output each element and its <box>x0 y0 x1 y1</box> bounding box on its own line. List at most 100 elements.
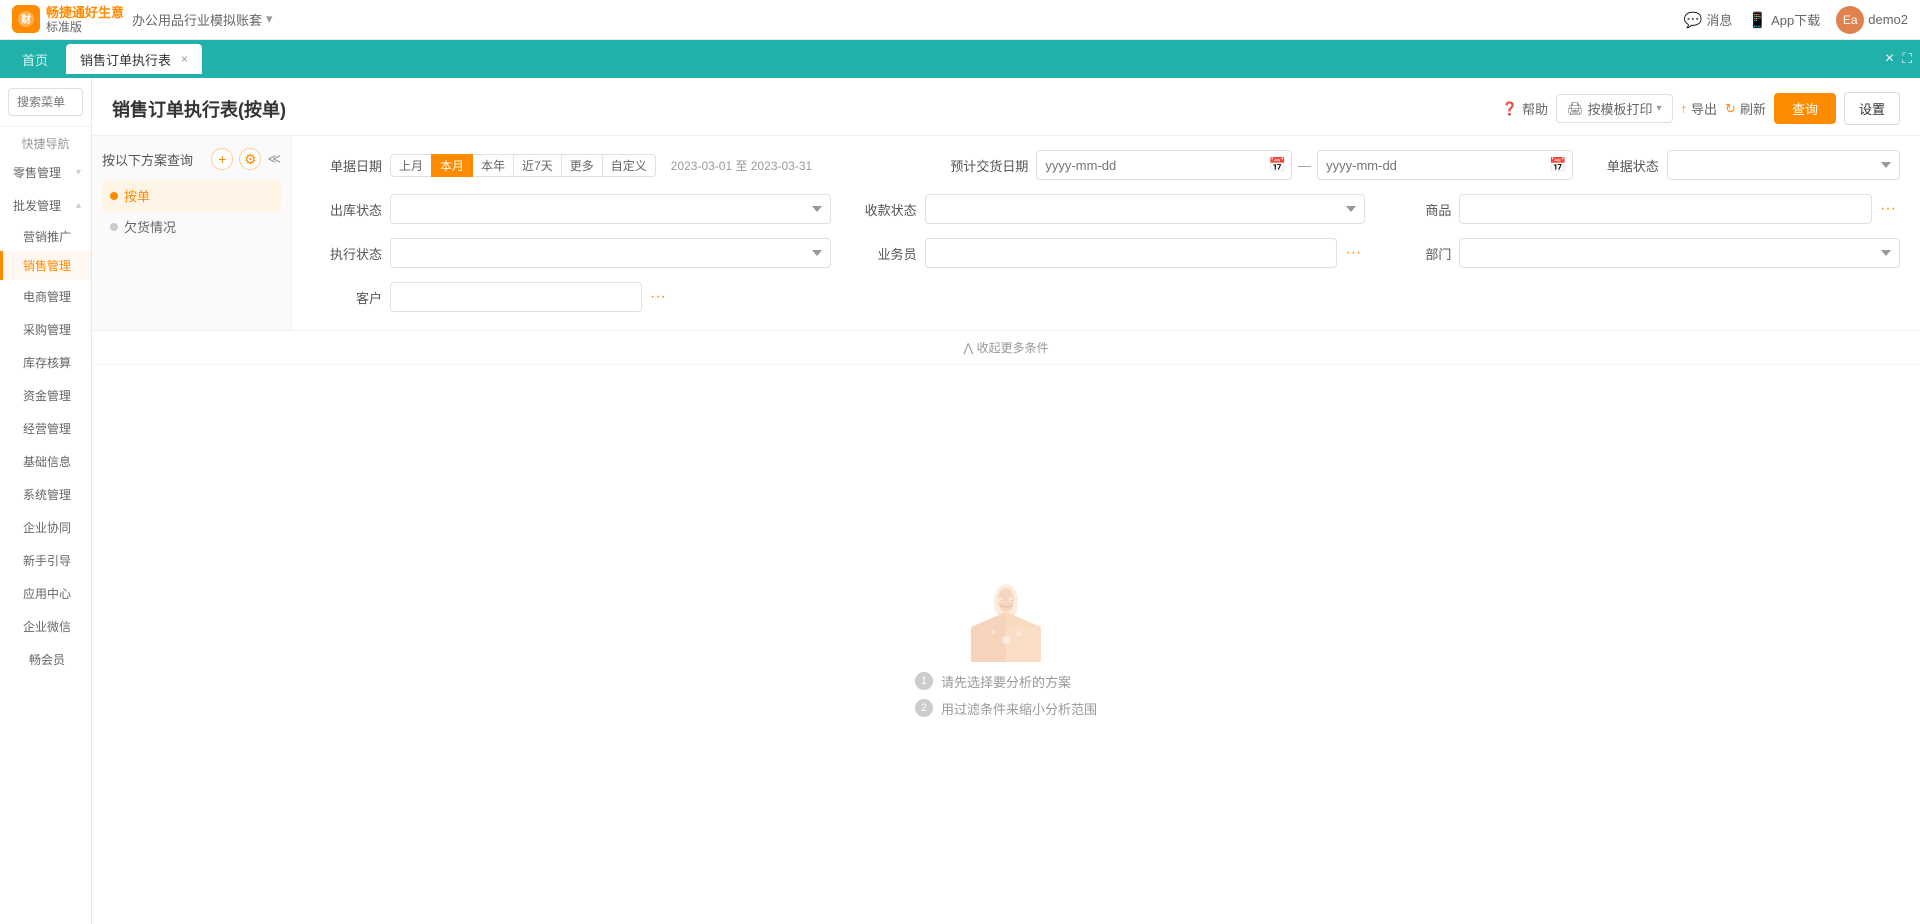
shipment-status-select[interactable] <box>390 194 831 224</box>
start-date-input[interactable] <box>1036 150 1292 180</box>
active-dot-icon <box>110 192 118 200</box>
collapse-bar[interactable]: ⋀ 收起更多条件 <box>92 330 1920 364</box>
filter-department: 部门 <box>1381 238 1900 268</box>
payment-status-label: 收款状态 <box>847 200 917 219</box>
tab-close-all-button[interactable]: × <box>1885 50 1894 68</box>
top-bar-right: 💬 消息 📱 App下载 Ea demo2 <box>1684 6 1908 34</box>
message-button[interactable]: 💬 消息 <box>1684 10 1733 29</box>
sidebar-item-finance[interactable]: 资金管理 <box>0 379 91 412</box>
end-date-input[interactable] <box>1317 150 1573 180</box>
home-tab-label: 首页 <box>22 50 48 69</box>
filter-order-status: 单据状态 <box>1589 150 1900 180</box>
filter-left-panel: 按以下方案查询 + ⚙ ≪ 按单 欠货情况 <box>92 136 292 330</box>
date-filter-control: 上月 本月 本年 近7天 更多 自定义 2023-03-01 至 2023-03… <box>390 154 934 177</box>
filter-expected-delivery: 预计交货日期 📅 — 📅 <box>950 150 1572 180</box>
inactive-dot-icon <box>110 223 118 231</box>
sidebar-item-wholesale[interactable]: 批发管理 ▴ <box>0 189 91 222</box>
order-status-select[interactable] <box>1667 150 1900 180</box>
filter-nav-by-order[interactable]: 按单 <box>102 180 281 211</box>
exec-status-control <box>390 238 831 268</box>
filter-nav-debt[interactable]: 欠货情况 <box>102 211 281 242</box>
tab-bar-actions: × ⛶ <box>1885 50 1912 68</box>
date-tab-thisyear[interactable]: 本年 <box>472 154 514 177</box>
filter-panel: 按以下方案查询 + ⚙ ≪ 按单 欠货情况 <box>92 136 1920 330</box>
sidebar-purchase-label: 采购管理 <box>23 321 71 338</box>
message-icon: 💬 <box>1684 11 1703 29</box>
export-button[interactable]: ↑ 导出 <box>1681 99 1718 118</box>
sidebar-item-retail[interactable]: 零售管理 ▾ <box>0 156 91 189</box>
tab-home[interactable]: 首页 <box>8 44 62 74</box>
customer-more-icon[interactable]: ··· <box>646 288 670 306</box>
sidebar-inventory-label: 库存核算 <box>23 354 71 371</box>
sidebar-item-ecommerce[interactable]: 电商管理 <box>0 280 91 313</box>
filter-salesperson: 业务员 ··· <box>847 238 1366 268</box>
sidebar-item-sales[interactable]: 销售管理 <box>0 251 91 280</box>
payment-status-control <box>925 194 1366 224</box>
sidebar-item-appcenter[interactable]: 应用中心 <box>0 577 91 610</box>
top-bar-left: 财 畅捷通好生意 标准版 办公用品行业模拟账套 ▾ <box>12 5 273 35</box>
sidebar-appcenter-label: 应用中心 <box>23 585 71 602</box>
sidebar-item-system[interactable]: 系统管理 <box>0 478 91 511</box>
help-icon: ❓ <box>1502 101 1518 117</box>
settings-scheme-button[interactable]: ⚙ <box>239 148 261 170</box>
order-status-label: 单据状态 <box>1589 156 1659 175</box>
salesperson-more-icon[interactable]: ··· <box>1341 244 1365 262</box>
tab-close-icon[interactable]: × <box>181 52 188 66</box>
user-menu[interactable]: Ea demo2 <box>1836 6 1908 34</box>
sidebar-finance-label: 资金管理 <box>23 387 71 404</box>
date-tab-7days[interactable]: 近7天 <box>513 154 562 177</box>
empty-tip-1: 1 请先选择要分析的方案 <box>915 672 1097 691</box>
sidebar-search-area <box>0 78 91 127</box>
help-button[interactable]: ❓ 帮助 <box>1502 99 1548 118</box>
quick-nav-label: 快捷导航 <box>0 127 91 156</box>
department-select[interactable] <box>1459 238 1900 268</box>
sidebar-item-corpwx[interactable]: 企业微信 <box>0 610 91 643</box>
tip-1-number: 1 <box>915 672 933 690</box>
product-label: 商品 <box>1381 200 1451 219</box>
shipment-status-label: 出库状态 <box>312 200 382 219</box>
filter-exec-status: 执行状态 <box>312 238 831 268</box>
sidebar-sales-label: 销售管理 <box>23 257 71 274</box>
date-tab-more[interactable]: 更多 <box>561 154 603 177</box>
date-tab-lastmonth[interactable]: 上月 <box>390 154 432 177</box>
settings-button[interactable]: 设置 <box>1844 92 1900 125</box>
product-more-icon[interactable]: ··· <box>1876 200 1900 218</box>
sidebar-item-operations[interactable]: 经营管理 <box>0 412 91 445</box>
search-input[interactable] <box>8 88 83 116</box>
main-layout: 快捷导航 零售管理 ▾ 批发管理 ▴ 营销推广 销售管理 电商管理 采购管理 库… <box>0 78 1920 924</box>
sidebar-operations-label: 经营管理 <box>23 420 71 437</box>
print-button[interactable]: 🖨 按模板打印 ▾ <box>1556 94 1673 123</box>
customer-input[interactable] <box>390 282 642 312</box>
filter-date-item: 单据日期 上月 本月 本年 近7天 更多 自定义 <box>312 154 934 177</box>
query-button[interactable]: 查询 <box>1774 93 1836 124</box>
tab-expand-button[interactable]: ⛶ <box>1902 50 1912 68</box>
date-range-control: 📅 — 📅 <box>1036 150 1572 180</box>
collapse-scheme-button[interactable]: ≪ <box>267 151 281 167</box>
sidebar-item-member[interactable]: 畅会员 <box>0 643 91 676</box>
product-input[interactable] <box>1459 194 1872 224</box>
sidebar-marketing-label: 营销推广 <box>23 228 71 245</box>
department-label: 部门 <box>1381 244 1451 263</box>
date-tab-thismonth[interactable]: 本月 <box>431 154 473 177</box>
logo-icon: 财 <box>12 5 40 33</box>
sidebar-item-enterprise[interactable]: 企业协同 <box>0 511 91 544</box>
salesperson-input[interactable] <box>925 238 1338 268</box>
refresh-button[interactable]: ↻ 刷新 <box>1725 99 1766 118</box>
sidebar-item-marketing[interactable]: 营销推广 <box>0 222 91 251</box>
tab-sales-exec[interactable]: 销售订单执行表 × <box>66 44 202 74</box>
app-download-button[interactable]: 📱 App下载 <box>1748 10 1820 29</box>
sidebar-item-basic[interactable]: 基础信息 <box>0 445 91 478</box>
sidebar-corpwx-label: 企业微信 <box>23 618 71 635</box>
sidebar-ecommerce-label: 电商管理 <box>23 288 71 305</box>
sidebar-item-newuser[interactable]: 新手引导 <box>0 544 91 577</box>
chevron-up-icon: ▴ <box>76 200 81 211</box>
date-range-text: 2023-03-01 至 2023-03-31 <box>671 157 812 174</box>
sidebar-item-inventory[interactable]: 库存核算 <box>0 346 91 379</box>
payment-status-select[interactable] <box>925 194 1366 224</box>
sidebar-item-purchase[interactable]: 采购管理 <box>0 313 91 346</box>
add-scheme-button[interactable]: + <box>211 148 233 170</box>
filter-row-3: 执行状态 业务员 ··· <box>312 238 1900 268</box>
exec-status-select[interactable] <box>390 238 831 268</box>
date-tab-custom[interactable]: 自定义 <box>602 154 656 177</box>
filter-customer: 客户 ··· <box>312 282 1900 312</box>
